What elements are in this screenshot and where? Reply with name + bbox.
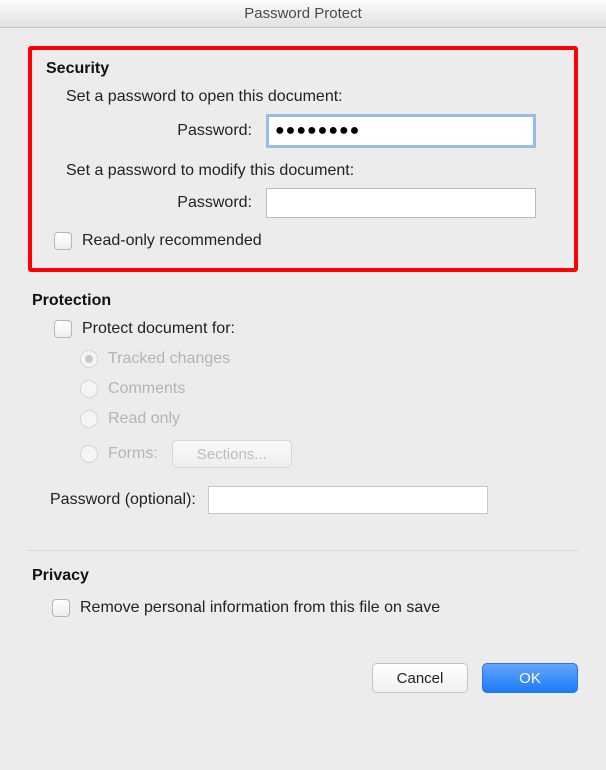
ok-button[interactable]: OK xyxy=(482,663,578,693)
option-readonly-row: Read only xyxy=(80,410,574,428)
privacy-section: Privacy Remove personal information from… xyxy=(28,567,578,617)
readonly-recommended-row: Read-only recommended xyxy=(46,232,560,250)
option-comments-row: Comments xyxy=(80,380,574,398)
readonly-recommended-checkbox[interactable] xyxy=(54,232,72,250)
dialog-footer: Cancel OK xyxy=(0,641,606,693)
open-password-row: Password: xyxy=(66,114,560,148)
readonly-recommended-label: Read-only recommended xyxy=(82,232,262,250)
remove-info-row: Remove personal information from this fi… xyxy=(52,599,574,617)
comments-radio xyxy=(80,380,98,398)
tracked-changes-radio xyxy=(80,350,98,368)
option-tracked-row: Tracked changes xyxy=(80,350,574,368)
remove-info-label: Remove personal information from this fi… xyxy=(80,599,440,617)
optional-password-row: Password (optional): xyxy=(50,486,574,514)
forms-label: Forms: xyxy=(108,445,158,463)
protect-for-row: Protect document for: xyxy=(46,320,574,338)
modify-password-label: Password: xyxy=(66,194,266,212)
password-protect-dialog: Password Protect Security Set a password… xyxy=(0,0,606,770)
protection-heading: Protection xyxy=(32,292,574,310)
modify-password-prompt: Set a password to modify this document: xyxy=(66,162,560,180)
open-password-input[interactable] xyxy=(266,114,536,148)
protect-options-group: Tracked changes Comments Read only Forms… xyxy=(80,350,574,468)
readonly-label: Read only xyxy=(108,410,180,428)
privacy-heading: Privacy xyxy=(32,567,574,585)
divider xyxy=(28,550,578,551)
dialog-content: Security Set a password to open this doc… xyxy=(0,28,606,641)
comments-label: Comments xyxy=(108,380,185,398)
forms-radio xyxy=(80,445,98,463)
readonly-radio xyxy=(80,410,98,428)
security-section-highlight: Security Set a password to open this doc… xyxy=(28,46,578,272)
protection-section: Protection Protect document for: Tracked… xyxy=(28,292,578,542)
protect-document-checkbox[interactable] xyxy=(54,320,72,338)
tracked-changes-label: Tracked changes xyxy=(108,350,230,368)
remove-info-checkbox[interactable] xyxy=(52,599,70,617)
option-forms-row: Forms: Sections... xyxy=(80,440,574,468)
open-password-label: Password: xyxy=(66,122,266,140)
dialog-title: Password Protect xyxy=(0,0,606,28)
optional-password-label: Password (optional): xyxy=(50,491,208,509)
optional-password-input[interactable] xyxy=(208,486,488,514)
security-heading: Security xyxy=(46,60,560,78)
modify-password-row: Password: xyxy=(66,188,560,218)
modify-password-input[interactable] xyxy=(266,188,536,218)
cancel-button[interactable]: Cancel xyxy=(372,663,468,693)
open-password-prompt: Set a password to open this document: xyxy=(66,88,560,106)
protect-document-label: Protect document for: xyxy=(82,320,235,338)
sections-button: Sections... xyxy=(172,440,292,468)
